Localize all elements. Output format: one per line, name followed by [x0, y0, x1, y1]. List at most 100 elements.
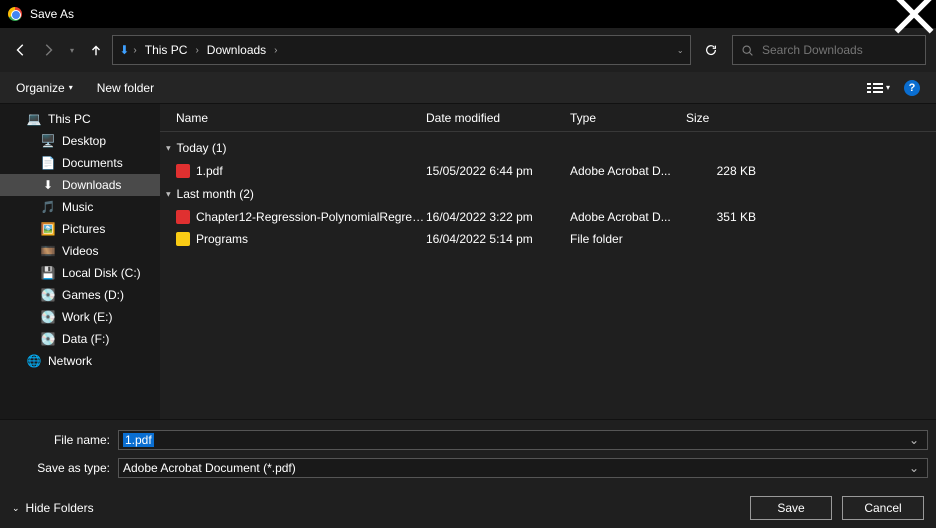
breadcrumb-dropdown[interactable]: ⌄ — [677, 46, 684, 55]
tree-label: Local Disk (C:) — [62, 266, 141, 280]
toolbar: Organize ▾ New folder ▾ ? — [0, 72, 936, 104]
up-button[interactable] — [85, 39, 107, 61]
filename-field[interactable]: 1.pdf ⌄ — [118, 430, 928, 450]
tree-label: Work (E:) — [62, 310, 112, 324]
close-button[interactable] — [892, 0, 936, 28]
view-options-button[interactable]: ▾ — [867, 82, 890, 94]
sidebar-item-pictures[interactable]: 🖼️ Pictures — [0, 218, 160, 240]
group-label: Today (1) — [177, 141, 227, 155]
file-row[interactable]: Programs 16/04/2022 5:14 pmFile folder — [160, 228, 936, 250]
cancel-button[interactable]: Cancel — [842, 496, 924, 520]
sidebar-item-this-pc[interactable]: 💻 This PC — [0, 108, 160, 130]
sidebar-item-data-f-[interactable]: 💽 Data (F:) — [0, 328, 160, 350]
column-headers[interactable]: Name Date modified Type Size — [160, 104, 936, 132]
tree-icon: 📄 — [40, 156, 56, 170]
file-group-header[interactable]: ▸Today (1) — [160, 136, 936, 160]
pdf-icon — [176, 210, 190, 224]
tree-icon: 💽 — [40, 332, 56, 346]
file-type: Adobe Acrobat D... — [570, 164, 686, 178]
tree-icon: 🌐 — [26, 354, 42, 368]
save-as-dialog: Save As ▾ ⬇ › This PC › Downloads › ⌄ — [0, 0, 936, 528]
file-size: 351 KB — [686, 210, 766, 224]
back-button[interactable] — [10, 39, 32, 61]
search-box[interactable] — [732, 35, 926, 65]
window-title: Save As — [30, 7, 74, 21]
tree-label: Games (D:) — [62, 288, 124, 302]
breadcrumb[interactable]: ⬇ › This PC › Downloads › ⌄ — [112, 35, 690, 65]
title-bar: Save As — [0, 0, 936, 28]
sidebar-item-work-e-[interactable]: 💽 Work (E:) — [0, 306, 160, 328]
column-size[interactable]: Size — [686, 111, 766, 125]
group-label: Last month (2) — [177, 187, 254, 201]
sidebar-item-local-disk-c-[interactable]: 💾 Local Disk (C:) — [0, 262, 160, 284]
column-type[interactable]: Type — [570, 111, 686, 125]
filename-dropdown[interactable]: ⌄ — [905, 433, 923, 447]
tree-icon: 🖼️ — [40, 222, 56, 236]
sidebar[interactable]: 💻 This PC 🖥️ Desktop 📄 Documents ⬇ Downloads 🎵Mu… — [0, 104, 160, 419]
column-date[interactable]: Date modified — [426, 111, 570, 125]
saveastype-dropdown[interactable]: ⌄ — [905, 461, 923, 475]
chevron-right-icon: › — [133, 45, 136, 56]
breadcrumb-item[interactable]: Downloads — [203, 43, 270, 57]
tree-label: Pictures — [62, 222, 105, 236]
file-name: Programs — [196, 232, 248, 246]
filename-label: File name: — [8, 433, 118, 447]
folder-icon — [176, 232, 190, 246]
filename-form: File name: 1.pdf ⌄ Save as type: Adobe A… — [0, 419, 936, 488]
file-type: File folder — [570, 232, 686, 246]
file-list[interactable]: ▸Today (1)1.pdf15/05/2022 6:44 pmAdobe A… — [160, 132, 936, 419]
file-date: 15/05/2022 6:44 pm — [426, 164, 570, 178]
sidebar-item-games-d-[interactable]: 💽 Games (D:) — [0, 284, 160, 306]
file-date: 16/04/2022 3:22 pm — [426, 210, 570, 224]
sidebar-item-documents[interactable]: 📄 Documents — [0, 152, 160, 174]
tree-icon: 🖥️ — [40, 134, 56, 148]
recent-dropdown[interactable]: ▾ — [65, 39, 79, 61]
organize-menu[interactable]: Organize ▾ — [16, 81, 73, 95]
chevron-right-icon: › — [195, 45, 198, 56]
pdf-icon — [176, 164, 190, 178]
refresh-button[interactable] — [697, 35, 726, 65]
file-group-header[interactable]: ▸Last month (2) — [160, 182, 936, 206]
column-name[interactable]: Name — [176, 111, 426, 125]
tree-icon: 💾 — [40, 266, 56, 280]
tree-label: Network — [48, 354, 92, 368]
file-row[interactable]: Chapter12-Regression-PolynomialRegres...… — [160, 206, 936, 228]
organize-label: Organize — [16, 81, 65, 95]
tree-label: Data (F:) — [62, 332, 109, 346]
tree-icon: 💻 — [26, 112, 42, 126]
file-row[interactable]: 1.pdf15/05/2022 6:44 pmAdobe Acrobat D..… — [160, 160, 936, 182]
chrome-icon — [8, 7, 22, 21]
nav-bar: ▾ ⬇ › This PC › Downloads › ⌄ — [0, 28, 936, 72]
tree-label: This PC — [48, 112, 91, 126]
file-pane: Name Date modified Type Size ▸Today (1)1… — [160, 104, 936, 419]
tree-label: Desktop — [62, 134, 106, 148]
search-icon — [741, 44, 754, 57]
new-folder-button[interactable]: New folder — [97, 81, 154, 95]
chevron-down-icon: ▸ — [163, 146, 174, 151]
breadcrumb-item[interactable]: This PC — [141, 43, 192, 57]
sidebar-item-network[interactable]: 🌐 Network — [0, 350, 160, 372]
sidebar-item-desktop[interactable]: 🖥️ Desktop — [0, 130, 160, 152]
save-button[interactable]: Save — [750, 496, 832, 520]
forward-button[interactable] — [38, 39, 60, 61]
sidebar-item-downloads[interactable]: ⬇ Downloads — [0, 174, 160, 196]
help-button[interactable]: ? — [904, 80, 920, 96]
saveastype-value: Adobe Acrobat Document (*.pdf) — [123, 461, 296, 475]
file-date: 16/04/2022 5:14 pm — [426, 232, 570, 246]
tree-icon: 🎞️ — [40, 244, 56, 258]
chevron-down-icon: ▸ — [163, 192, 174, 197]
tree-label: Downloads — [62, 178, 121, 192]
tree-icon: 💽 — [40, 288, 56, 302]
new-folder-label: New folder — [97, 81, 154, 95]
tree-icon: ⬇ — [40, 178, 56, 192]
filename-value[interactable]: 1.pdf — [123, 433, 154, 447]
tree-label: Documents — [62, 156, 123, 170]
file-size: 228 KB — [686, 164, 766, 178]
saveastype-field[interactable]: Adobe Acrobat Document (*.pdf) ⌄ — [118, 458, 928, 478]
sidebar-item-videos[interactable]: 🎞️Videos — [0, 240, 160, 262]
tree-icon: 💽 — [40, 310, 56, 324]
hide-folders-label: Hide Folders — [26, 501, 94, 515]
sidebar-item-music[interactable]: 🎵Music — [0, 196, 160, 218]
hide-folders-button[interactable]: ⌄ Hide Folders — [12, 501, 94, 515]
search-input[interactable] — [762, 43, 917, 57]
